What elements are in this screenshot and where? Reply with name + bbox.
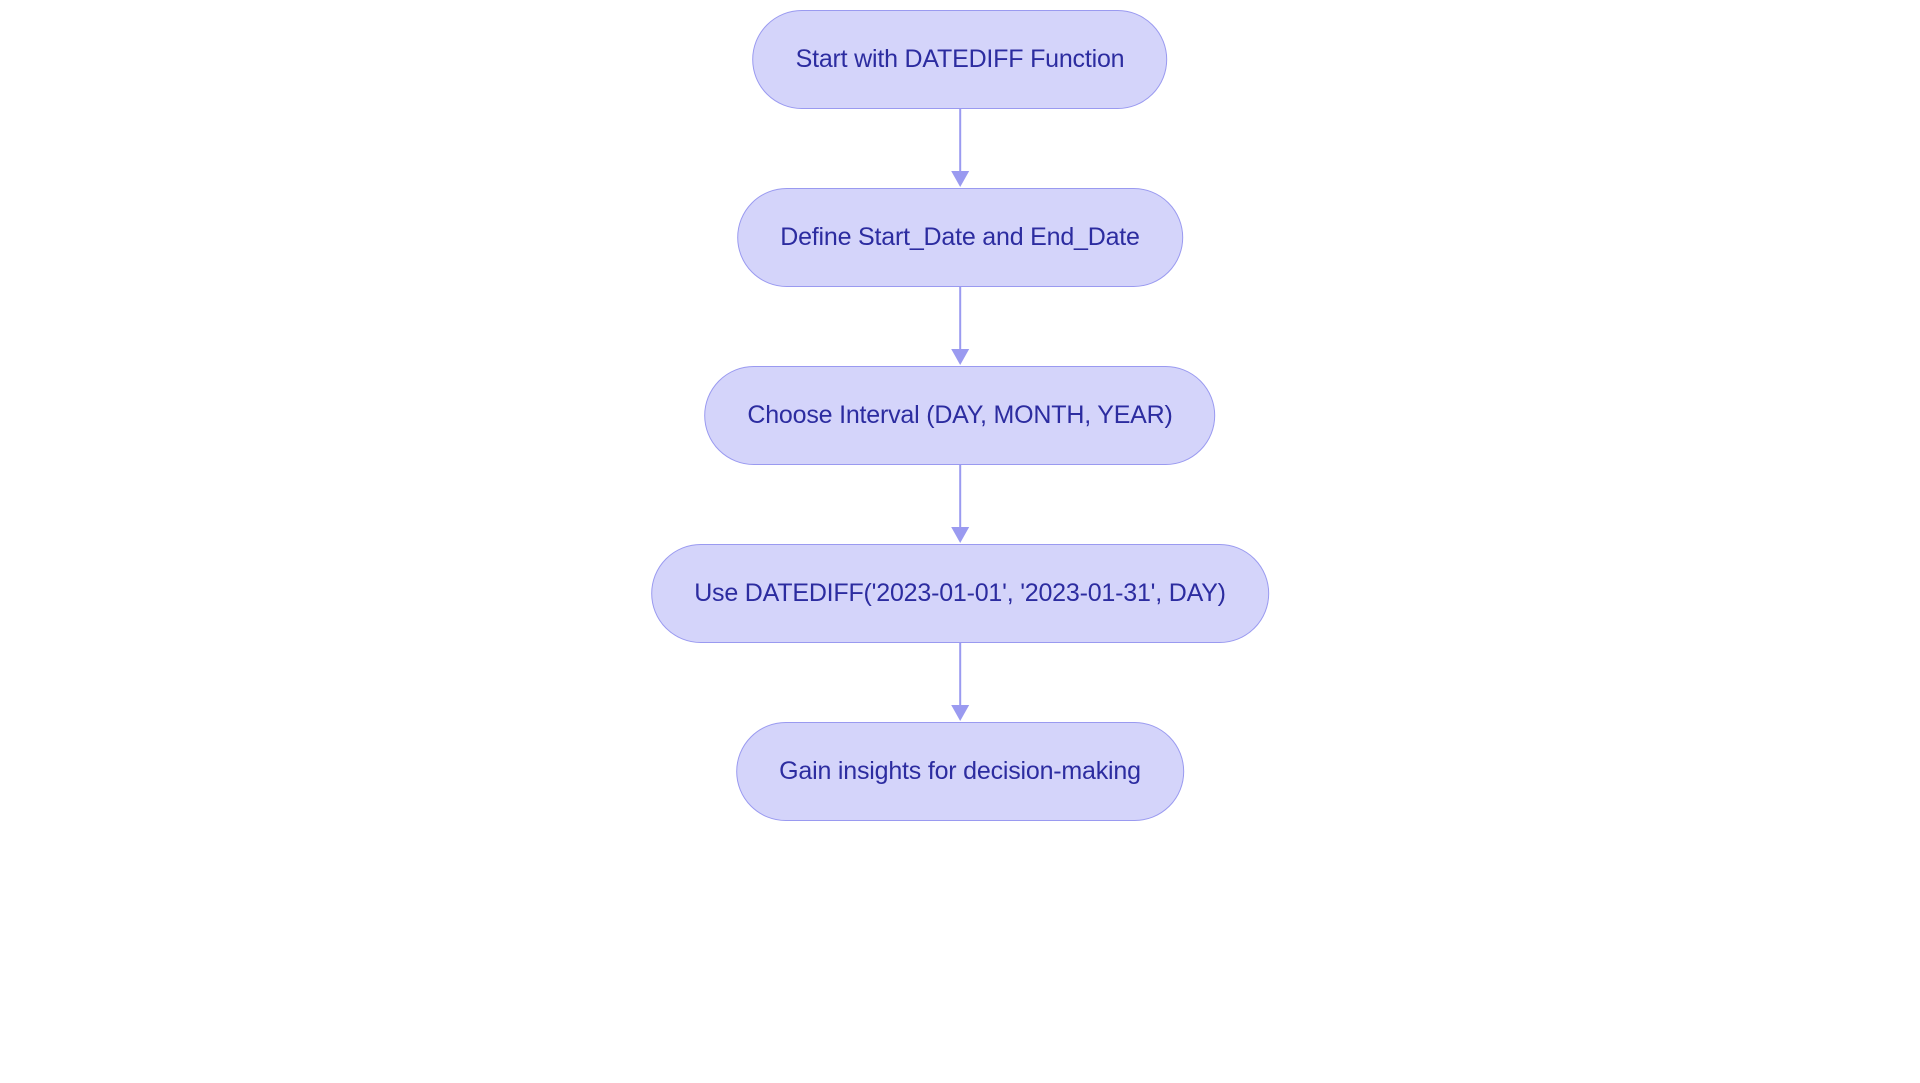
- flowchart-node-start: Start with DATEDIFF Function: [753, 10, 1168, 109]
- flowchart-node-define: Define Start_Date and End_Date: [737, 188, 1183, 287]
- flowchart-node-example: Use DATEDIFF('2023-01-01', '2023-01-31',…: [651, 544, 1269, 643]
- flowchart-container: Start with DATEDIFF Function Define Star…: [651, 10, 1269, 821]
- flowchart-node-interval: Choose Interval (DAY, MONTH, YEAR): [704, 366, 1215, 465]
- arrow-icon: [951, 465, 969, 544]
- arrow-icon: [951, 287, 969, 366]
- flowchart-node-insights: Gain insights for decision-making: [736, 722, 1184, 821]
- arrow-icon: [951, 643, 969, 722]
- arrow-icon: [951, 109, 969, 188]
